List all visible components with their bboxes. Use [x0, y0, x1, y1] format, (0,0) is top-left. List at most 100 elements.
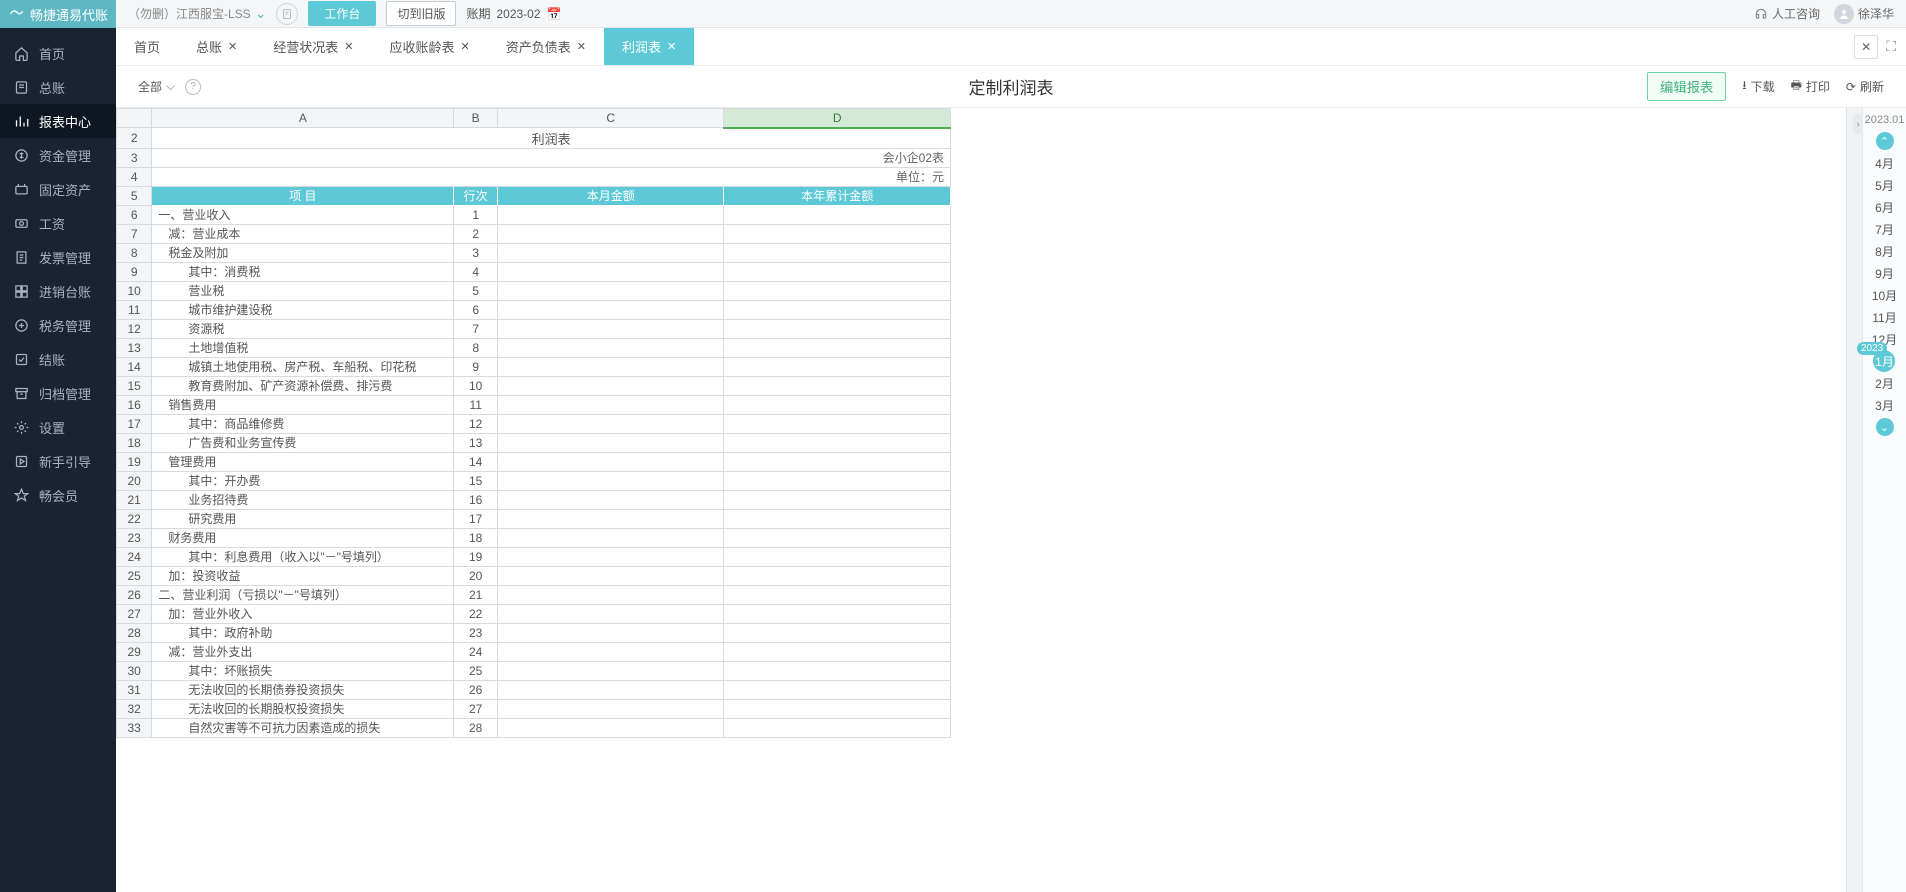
cell-month[interactable] [498, 262, 724, 281]
cell-year[interactable] [724, 547, 951, 566]
tabs-close-button[interactable]: ✕ [1854, 35, 1878, 59]
cell-month[interactable] [498, 623, 724, 642]
cell-year[interactable] [724, 661, 951, 680]
cell-month[interactable] [498, 528, 724, 547]
cell-item[interactable]: 减：营业外支出 [152, 642, 454, 661]
sidebar-item-fund[interactable]: 资金管理 [0, 138, 116, 172]
col-header-A[interactable]: A [152, 109, 454, 128]
cell-item[interactable]: 减：营业成本 [152, 224, 454, 243]
row-num[interactable]: 22 [117, 509, 152, 528]
row-num[interactable]: 18 [117, 433, 152, 452]
cell-item[interactable]: 销售费用 [152, 395, 454, 414]
cell-month[interactable] [498, 376, 724, 395]
cell-month[interactable] [498, 357, 724, 376]
cell-year[interactable] [724, 281, 951, 300]
close-icon[interactable]: ✕ [461, 40, 470, 53]
cell-month[interactable] [498, 661, 724, 680]
row-num[interactable]: 20 [117, 471, 152, 490]
cell-month[interactable] [498, 471, 724, 490]
cell-item[interactable]: 资源税 [152, 319, 454, 338]
cell-month[interactable] [498, 680, 724, 699]
row-num[interactable]: 2 [117, 128, 152, 149]
row-num[interactable]: 32 [117, 699, 152, 718]
sidebar-item-guide[interactable]: 新手引导 [0, 444, 116, 478]
cell-line[interactable]: 24 [454, 642, 498, 661]
sidebar-item-setting[interactable]: 设置 [0, 410, 116, 444]
row-num[interactable]: 25 [117, 566, 152, 585]
month-item[interactable]: 10月 [1872, 284, 1897, 306]
cell-month[interactable] [498, 604, 724, 623]
row-num[interactable]: 11 [117, 300, 152, 319]
sidebar-item-invoice[interactable]: 发票管理 [0, 240, 116, 274]
cell-year[interactable] [724, 566, 951, 585]
row-num[interactable]: 26 [117, 585, 152, 604]
nav-down-button[interactable]: ⌄ [1876, 418, 1894, 436]
cell-item[interactable]: 二、营业利润（亏损以"－"号填列） [152, 585, 454, 604]
cell-item[interactable]: 加：投资收益 [152, 566, 454, 585]
cell-month[interactable] [498, 490, 724, 509]
cell-line[interactable]: 28 [454, 718, 498, 737]
cell-line[interactable]: 4 [454, 262, 498, 281]
cell-item[interactable]: 无法收回的长期股权投资损失 [152, 699, 454, 718]
tab-利润表[interactable]: 利润表✕ [604, 28, 694, 65]
cell-line[interactable]: 9 [454, 357, 498, 376]
row-num[interactable]: 4 [117, 167, 152, 186]
cell-item[interactable]: 其中：政府补助 [152, 623, 454, 642]
month-item[interactable]: 4月 [1872, 152, 1897, 174]
cell-item[interactable]: 其中：商品维修费 [152, 414, 454, 433]
scrollbar[interactable] [1846, 108, 1862, 892]
cell-year[interactable] [724, 585, 951, 604]
row-num[interactable]: 13 [117, 338, 152, 357]
period-value[interactable]: 2023-02 [496, 7, 540, 21]
cell-line[interactable]: 6 [454, 300, 498, 319]
collapse-nav-icon[interactable]: › [1853, 114, 1863, 134]
cell-item[interactable]: 业务招待费 [152, 490, 454, 509]
row-num[interactable]: 23 [117, 528, 152, 547]
month-item[interactable]: 2月 [1872, 372, 1897, 394]
cell-line[interactable]: 10 [454, 376, 498, 395]
cell-month[interactable] [498, 395, 724, 414]
cell-item[interactable]: 财务费用 [152, 528, 454, 547]
cell-line[interactable]: 22 [454, 604, 498, 623]
row-num[interactable]: 33 [117, 718, 152, 737]
row-num[interactable]: 28 [117, 623, 152, 642]
row-num[interactable]: 3 [117, 148, 152, 167]
cell-year[interactable] [724, 414, 951, 433]
tab-资产负债表[interactable]: 资产负债表✕ [488, 28, 604, 65]
cell-month[interactable] [498, 699, 724, 718]
cell-year[interactable] [724, 623, 951, 642]
refresh-link[interactable]: ⟳ 刷新 [1846, 78, 1884, 95]
sidebar-item-tax[interactable]: 税务管理 [0, 308, 116, 342]
tab-应收账龄表[interactable]: 应收账龄表✕ [371, 28, 487, 65]
cell-month[interactable] [498, 243, 724, 262]
sidebar-item-vip[interactable]: 畅会员 [0, 478, 116, 512]
cell-line[interactable]: 26 [454, 680, 498, 699]
tab-首页[interactable]: 首页 [116, 28, 178, 65]
row-num[interactable]: 19 [117, 452, 152, 471]
cell-item[interactable]: 一、营业收入 [152, 205, 454, 224]
row-num[interactable]: 7 [117, 224, 152, 243]
cell-year[interactable] [724, 224, 951, 243]
sidebar-item-archive[interactable]: 归档管理 [0, 376, 116, 410]
month-item[interactable]: 11月 [1872, 306, 1897, 328]
cell-line[interactable]: 15 [454, 471, 498, 490]
cell-month[interactable] [498, 205, 724, 224]
cell-item[interactable]: 管理费用 [152, 452, 454, 471]
cell-line[interactable]: 13 [454, 433, 498, 452]
sidebar-item-asset[interactable]: 固定资产 [0, 172, 116, 206]
cell-month[interactable] [498, 433, 724, 452]
cell-year[interactable] [724, 319, 951, 338]
sidebar-item-home[interactable]: 首页 [0, 36, 116, 70]
corner-cell[interactable] [117, 109, 152, 128]
sidebar-item-close[interactable]: 结账 [0, 342, 116, 376]
row-num[interactable]: 31 [117, 680, 152, 699]
close-icon[interactable]: ✕ [667, 40, 676, 53]
cell-item[interactable]: 其中：消费税 [152, 262, 454, 281]
col-header-C[interactable]: C [498, 109, 724, 128]
cell-month[interactable] [498, 452, 724, 471]
row-num[interactable]: 5 [117, 186, 152, 205]
cell-line[interactable]: 25 [454, 661, 498, 680]
edit-report-button[interactable]: 编辑报表 [1647, 72, 1726, 101]
cell-month[interactable] [498, 414, 724, 433]
cell-item[interactable]: 城市维护建设税 [152, 300, 454, 319]
